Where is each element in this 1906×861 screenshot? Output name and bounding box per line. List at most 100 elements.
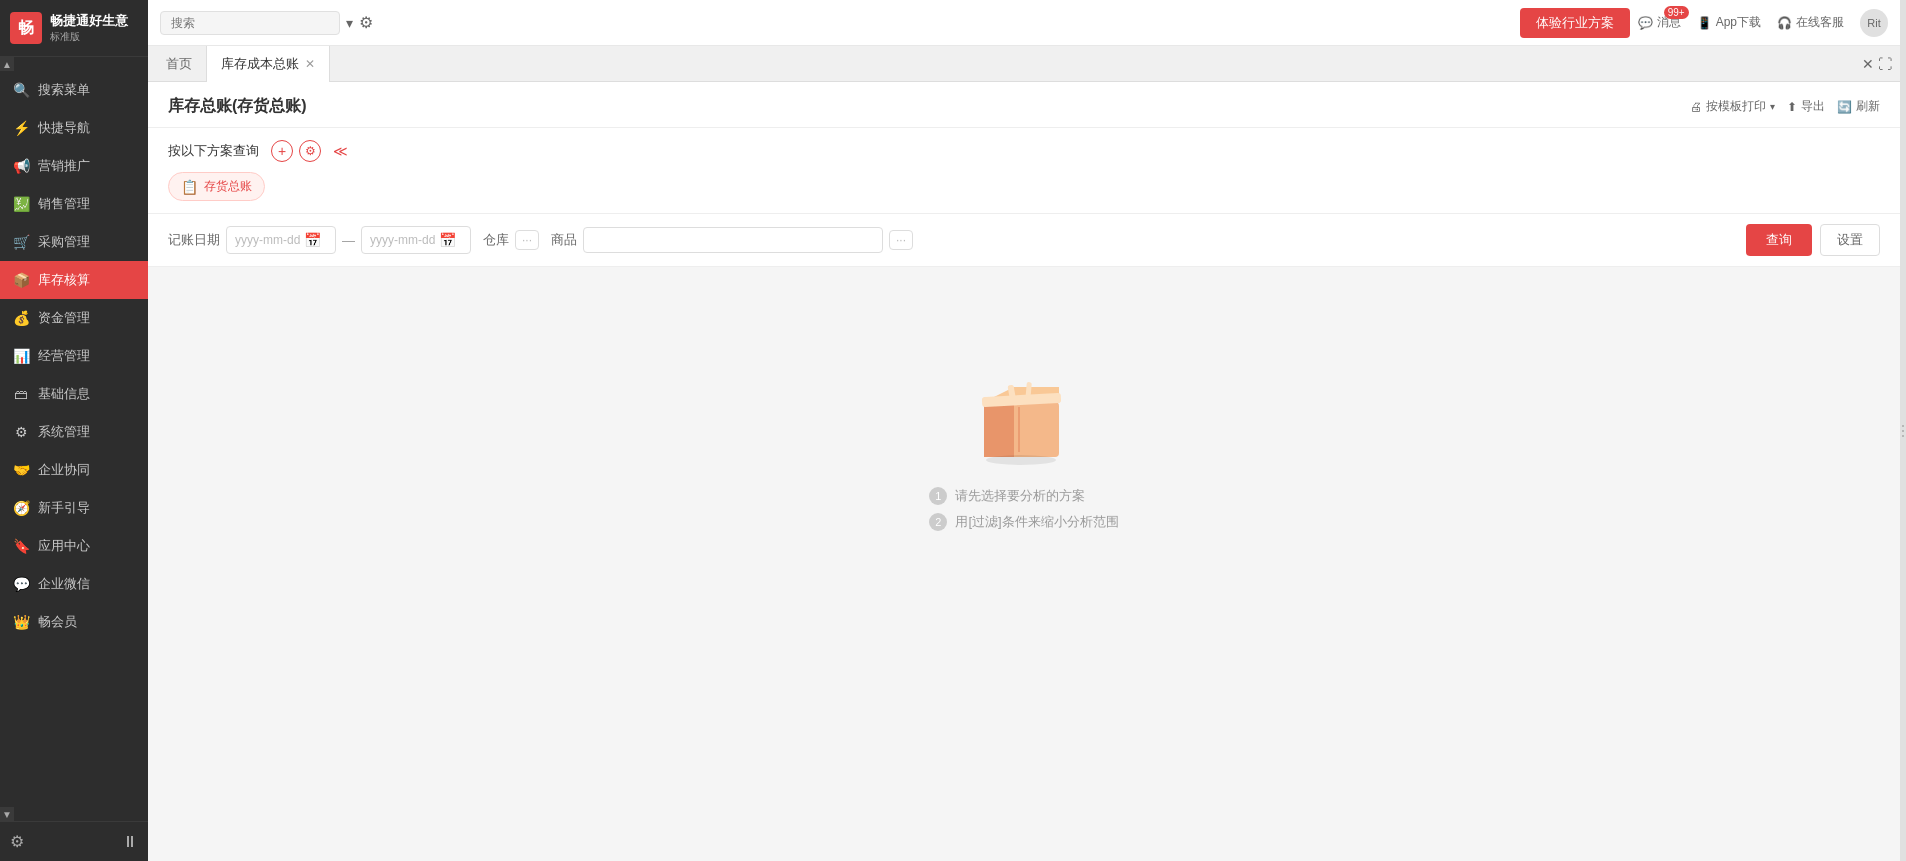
export-button[interactable]: ⬆ 导出 <box>1787 98 1825 115</box>
warehouse-more-btn[interactable]: ··· <box>515 230 539 250</box>
app-name-main: 畅捷通好生意 <box>50 13 128 30</box>
export-icon: ⬆ <box>1787 100 1797 114</box>
expand-icon[interactable]: ⛶ <box>1878 56 1892 72</box>
down-arrow-icon: ▼ <box>2 809 12 820</box>
svg-marker-2 <box>984 402 1014 457</box>
sidebar-logo: 畅 畅捷通好生意 标准版 <box>0 0 148 57</box>
filter-section: 按以下方案查询 + ⚙ ≪ 📋 存货总账 <box>148 128 1900 214</box>
sidebar-item-inventory[interactable]: 📦 库存核算 <box>0 261 148 299</box>
message-button[interactable]: 💬 消息 99+ <box>1638 14 1681 31</box>
sidebar-item-enterprise[interactable]: 🤝 企业协同 <box>0 451 148 489</box>
finance-icon: 💰 <box>12 309 30 327</box>
tab-inventory-cost[interactable]: 库存成本总账 ✕ <box>207 46 330 82</box>
setting-button[interactable]: 设置 <box>1820 224 1880 256</box>
goods-more-btn[interactable]: ··· <box>889 230 913 250</box>
query-button[interactable]: 查询 <box>1746 224 1812 256</box>
export-label: 导出 <box>1801 98 1825 115</box>
filter-collapse-icon[interactable]: ≪ <box>333 143 348 159</box>
date-end-placeholder: yyyy-mm-dd <box>370 233 435 247</box>
minimize-icon[interactable]: ✕ <box>1862 56 1874 72</box>
headset-icon: 🎧 <box>1777 16 1792 30</box>
date-end-input[interactable]: yyyy-mm-dd 📅 <box>361 226 471 254</box>
date-start-placeholder: yyyy-mm-dd <box>235 233 300 247</box>
user-avatar[interactable]: Rit <box>1860 9 1888 37</box>
sidebar-item-quick-nav[interactable]: ⚡ 快捷导航 <box>0 109 148 147</box>
print-button[interactable]: 🖨 按模板打印 ▾ <box>1690 98 1775 115</box>
sidebar-item-member[interactable]: 👑 畅会员 <box>0 603 148 641</box>
sidebar-item-label: 经营管理 <box>38 347 90 365</box>
sidebar-scroll-down[interactable]: ▼ <box>0 807 14 821</box>
tab-close-icon[interactable]: ✕ <box>305 57 315 71</box>
app-download-label: App下载 <box>1716 14 1761 31</box>
tab-home[interactable]: 首页 <box>152 46 207 82</box>
user-name: Rit <box>1867 17 1880 29</box>
sidebar-item-finance[interactable]: 💰 资金管理 <box>0 299 148 337</box>
sidebar-item-label: 搜索菜单 <box>38 81 90 99</box>
industry-button[interactable]: 体验行业方案 <box>1520 8 1630 38</box>
sidebar-item-operations[interactable]: 📊 经营管理 <box>0 337 148 375</box>
search-input[interactable] <box>160 11 340 35</box>
sidebar-item-label: 畅会员 <box>38 613 77 631</box>
quick-nav-icon: ⚡ <box>12 119 30 137</box>
sidebar-item-label: 销售管理 <box>38 195 90 213</box>
page-content: 库存总账(存货总账) 🖨 按模板打印 ▾ ⬆ 导出 🔄 刷新 <box>148 82 1900 861</box>
resize-dots <box>1902 425 1904 437</box>
sidebar-item-guide[interactable]: 🧭 新手引导 <box>0 489 148 527</box>
collapse-icon[interactable]: ⏸ <box>122 833 138 851</box>
app-logo-icon: 畅 <box>10 12 42 44</box>
guide-icon: 🧭 <box>12 499 30 517</box>
system-icon: ⚙ <box>12 423 30 441</box>
sidebar-item-label: 企业微信 <box>38 575 90 593</box>
empty-tip-2: 2 用[过滤]条件来缩小分析范围 <box>929 513 1118 531</box>
empty-illustration <box>964 347 1084 467</box>
print-icon: 🖨 <box>1690 100 1702 114</box>
search-dropdown-icon[interactable]: ▾ <box>346 15 353 31</box>
sidebar-item-sales[interactable]: 💹 销售管理 <box>0 185 148 223</box>
basic-info-icon: 🗃 <box>12 385 30 403</box>
sidebar-nav: 🔍 搜索菜单 ⚡ 快捷导航 📢 营销推广 💹 销售管理 🛒 采购管理 📦 库存核… <box>0 71 148 807</box>
sidebar-item-basic-info[interactable]: 🗃 基础信息 <box>0 375 148 413</box>
tip-num-2: 2 <box>929 513 947 531</box>
warehouse-label: 仓库 <box>483 231 509 249</box>
scheme-row: 📋 存货总账 <box>168 172 1880 201</box>
refresh-button[interactable]: 🔄 刷新 <box>1837 98 1880 115</box>
refresh-label: 刷新 <box>1856 98 1880 115</box>
page-title: 库存总账(存货总账) <box>168 96 307 117</box>
sidebar-item-label: 库存核算 <box>38 271 90 289</box>
refresh-icon: 🔄 <box>1837 100 1852 114</box>
sidebar-item-marketing[interactable]: 📢 营销推广 <box>0 147 148 185</box>
sidebar-item-system[interactable]: ⚙ 系统管理 <box>0 413 148 451</box>
member-icon: 👑 <box>12 613 30 631</box>
sidebar-item-wechat[interactable]: 💬 企业微信 <box>0 565 148 603</box>
settings-gear-icon[interactable]: ⚙ <box>359 13 373 32</box>
sidebar-item-purchase[interactable]: 🛒 采购管理 <box>0 223 148 261</box>
topbar-right: 💬 消息 99+ 📱 App下载 🎧 在线客服 Rit <box>1638 9 1888 37</box>
page-header: 库存总账(存货总账) 🖨 按模板打印 ▾ ⬆ 导出 🔄 刷新 <box>148 82 1900 128</box>
settings-icon[interactable]: ⚙ <box>10 832 24 851</box>
empty-tip-1: 1 请先选择要分析的方案 <box>929 487 1118 505</box>
filter-add-icon[interactable]: + <box>271 140 293 162</box>
sidebar-scroll-up[interactable]: ▲ <box>0 57 14 71</box>
sidebar-item-search[interactable]: 🔍 搜索菜单 <box>0 71 148 109</box>
empty-svg-illustration <box>964 347 1084 467</box>
scheme-item-inventory[interactable]: 📋 存货总账 <box>168 172 265 201</box>
right-resize-handle[interactable] <box>1900 0 1906 861</box>
goods-input[interactable] <box>583 227 883 253</box>
empty-tips: 1 请先选择要分析的方案 2 用[过滤]条件来缩小分析范围 <box>929 487 1118 539</box>
app-download-button[interactable]: 📱 App下载 <box>1697 14 1761 31</box>
print-dropdown-icon[interactable]: ▾ <box>1770 101 1775 112</box>
warehouse-field: 仓库 ··· <box>483 230 539 250</box>
calendar-start-icon[interactable]: 📅 <box>304 232 321 248</box>
scheme-item-label: 存货总账 <box>204 178 252 195</box>
calendar-end-icon[interactable]: 📅 <box>439 232 456 248</box>
inventory-icon: 📦 <box>12 271 30 289</box>
purchase-icon: 🛒 <box>12 233 30 251</box>
main-area: ▾ ⚙ 体验行业方案 💬 消息 99+ 📱 App下载 🎧 在线客服 Rit <box>148 0 1900 861</box>
phone-icon: 📱 <box>1697 16 1712 30</box>
online-service-button[interactable]: 🎧 在线客服 <box>1777 14 1844 31</box>
date-start-input[interactable]: yyyy-mm-dd 📅 <box>226 226 336 254</box>
online-service-label: 在线客服 <box>1796 14 1844 31</box>
sidebar-item-app-center[interactable]: 🔖 应用中心 <box>0 527 148 565</box>
filter-settings-icon[interactable]: ⚙ <box>299 140 321 162</box>
tip-num-1: 1 <box>929 487 947 505</box>
